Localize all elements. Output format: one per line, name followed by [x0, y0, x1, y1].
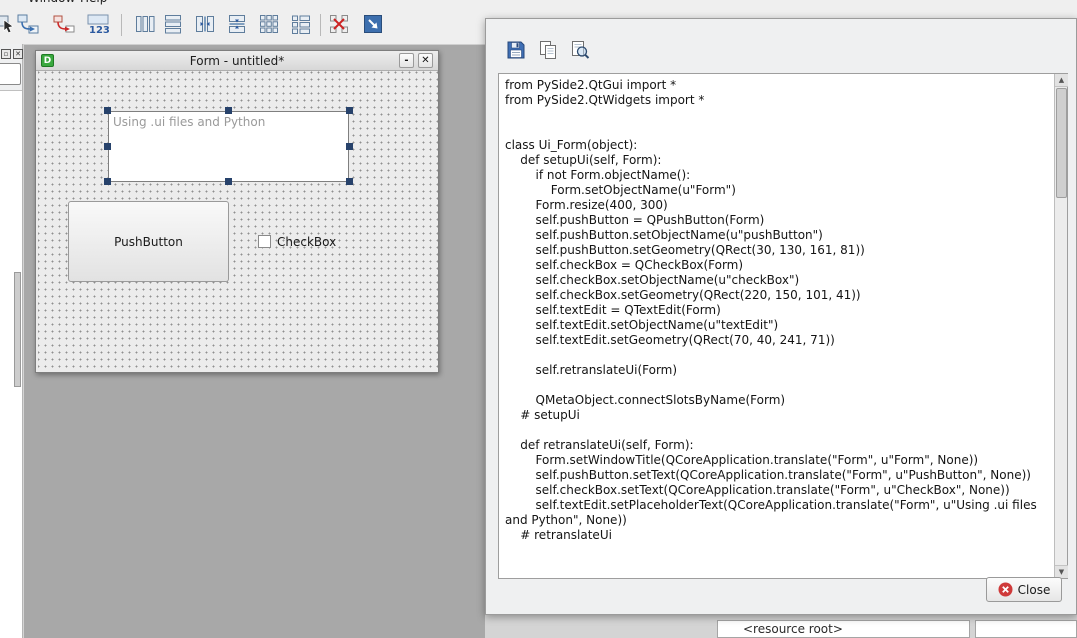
lay-out-vertically-button[interactable] [159, 10, 187, 38]
textedit-placeholder: Using .ui files and Python [113, 115, 265, 129]
edit-buddies-button[interactable] [50, 10, 78, 38]
copy-icon [537, 39, 559, 61]
close-button[interactable]: Close [986, 577, 1062, 602]
edit-signals-slots-icon [16, 12, 40, 36]
bottom-right-panel [975, 620, 1077, 638]
lay-out-in-grid-button[interactable] [255, 10, 283, 38]
close-window-button[interactable]: ✕ [418, 53, 433, 68]
save-button[interactable] [503, 37, 529, 63]
lay-out-vertically-icon [162, 13, 184, 35]
lay-out-horizontally-in-splitter-button[interactable] [191, 10, 219, 38]
code-scrollbar-thumb[interactable] [1056, 88, 1067, 198]
lay-out-in-form-layout-icon [290, 13, 312, 35]
code-text[interactable]: from PySide2.QtGui import * from PySide2… [499, 74, 1052, 572]
selection-handle-top-left[interactable] [104, 107, 111, 114]
lay-out-vertically-in-splitter-icon [226, 13, 248, 35]
selection-handle-bottom-left[interactable] [104, 178, 111, 185]
lay-out-in-grid-icon [258, 13, 280, 35]
lay-out-horizontally-in-splitter-icon [194, 13, 216, 35]
checkbox-widget[interactable]: CheckBox [258, 221, 359, 262]
selection-handle-top-center[interactable] [225, 107, 232, 114]
lay-out-in-form-layout-button[interactable] [287, 10, 315, 38]
close-circle-icon [998, 582, 1013, 597]
checkbox-label: CheckBox [277, 235, 336, 249]
break-layout-icon [328, 13, 350, 35]
code-view[interactable]: from PySide2.QtGui import * from PySide2… [498, 73, 1068, 579]
widget-filter-input[interactable] [0, 63, 21, 85]
scroll-up-arrow-icon[interactable]: ▲ [1055, 74, 1068, 87]
edit-tab-order-icon: 123 [86, 12, 110, 36]
close-button-label: Close [1018, 583, 1051, 597]
copy-button[interactable] [535, 37, 561, 63]
break-layout-button[interactable] [325, 10, 353, 38]
lay-out-horizontally-icon [134, 13, 156, 35]
textedit-widget[interactable]: Using .ui files and Python [108, 111, 349, 182]
minimize-button[interactable]: - [399, 53, 414, 68]
code-scrollbar[interactable]: ▲ ▼ [1054, 74, 1067, 578]
selection-handle-middle-right[interactable] [346, 143, 353, 150]
widget-box-panel: ▫ ✕ [0, 44, 23, 638]
save-icon [505, 39, 527, 61]
code-preview-dialog: from PySide2.QtGui import * from PySide2… [485, 18, 1077, 615]
checkbox-indicator[interactable] [258, 235, 271, 248]
form-titlebar[interactable]: D Form - untitled* - ✕ [36, 51, 438, 71]
menu-item-help[interactable]: Help [80, 0, 107, 5]
qt-designer-window: { "menubar": { "items": [ { "label": "Wi… [0, 0, 1077, 638]
resource-browser-panel: <resource root> [717, 620, 970, 638]
menubar: Window Help [0, 0, 1077, 7]
dock-close-button[interactable]: ✕ [13, 49, 23, 59]
widget-list-scrollbar[interactable] [14, 272, 21, 387]
form-window-title: Form - untitled* [36, 54, 438, 68]
lay-out-vertically-in-splitter-button[interactable] [223, 10, 251, 38]
pushbutton-widget[interactable]: PushButton [68, 201, 229, 282]
edit-signals-slots-button[interactable] [14, 10, 42, 38]
find-button[interactable] [567, 37, 593, 63]
selection-handle-bottom-right[interactable] [346, 178, 353, 185]
selection-handle-top-right[interactable] [346, 107, 353, 114]
find-icon [569, 39, 591, 61]
dock-float-button[interactable]: ▫ [1, 49, 11, 59]
form-designer-window: D Form - untitled* - ✕ Using .ui files a… [35, 50, 439, 373]
menu-item-window[interactable]: Window [28, 0, 75, 5]
selection-handle-middle-left[interactable] [104, 143, 111, 150]
toolbar-separator [121, 14, 122, 36]
adjust-size-button[interactable] [359, 10, 387, 38]
widget-list[interactable] [0, 90, 22, 638]
form-window-icon: D [41, 54, 54, 67]
edit-tab-order-button[interactable]: 123 [84, 10, 112, 38]
lay-out-horizontally-button[interactable] [131, 10, 159, 38]
svg-text:123: 123 [89, 25, 110, 36]
resource-root-item[interactable]: <resource root> [743, 622, 843, 636]
toolbar-separator [320, 14, 321, 36]
form-canvas[interactable]: Using .ui files and Python PushButton Ch… [38, 71, 438, 371]
adjust-size-icon [362, 13, 384, 35]
edit-buddies-icon [52, 12, 76, 36]
selection-handle-bottom-center[interactable] [225, 178, 232, 185]
